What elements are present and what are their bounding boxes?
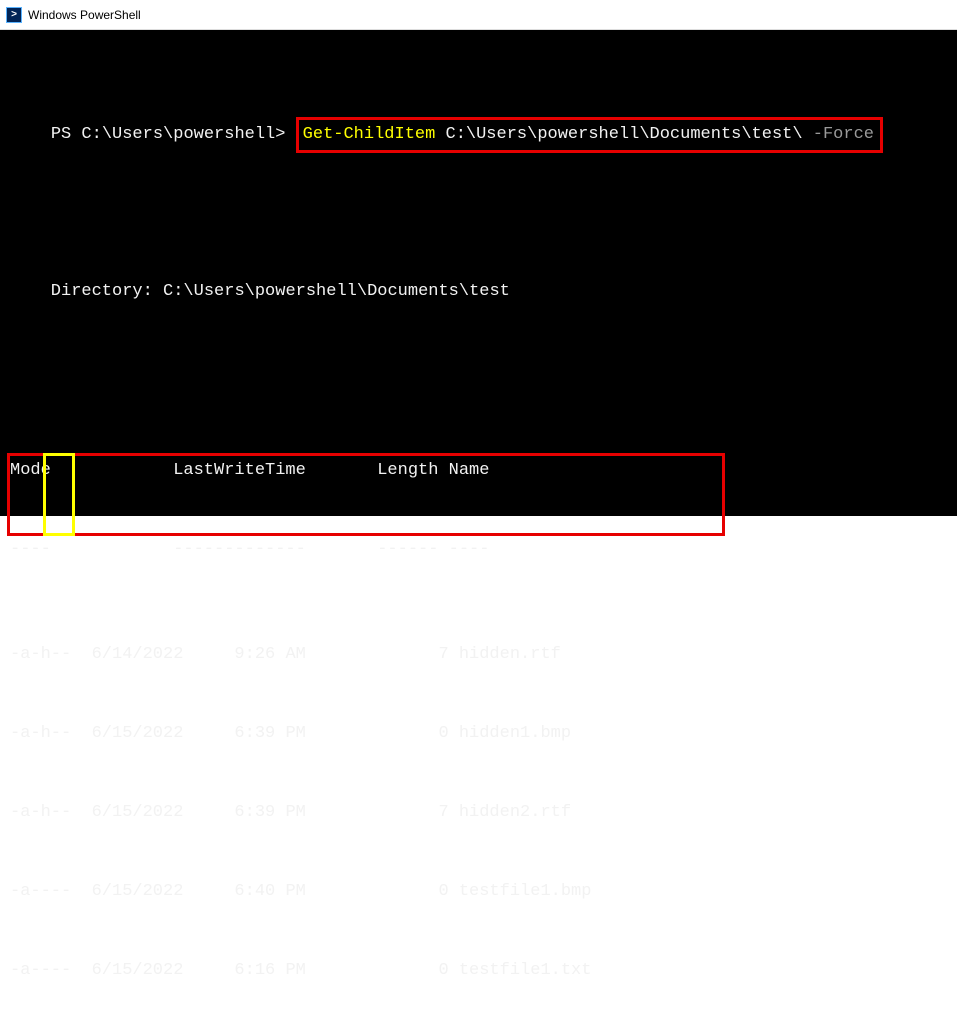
command-highlight-box: Get-ChildItem C:\Users\powershell\Docume… [296,117,883,153]
window-titlebar[interactable]: > Windows PowerShell [0,0,957,30]
directory-label: Directory: [51,282,153,301]
table-row: -a-h--6/14/20229:26 AM7hidden.rtf [10,642,947,668]
terminal-pane[interactable]: PS C:\Users\powershell> Get-ChildItem C:… [0,30,957,516]
header-lastwritetime: LastWriteTime [81,458,305,484]
cmdlet: Get-ChildItem [303,125,436,144]
file-listing: ModeLastWriteTimeLengthName ------------… [10,405,947,1032]
prompt-path: C:\Users\powershell [81,125,275,144]
table-row: -a----6/15/20226:40 PM0testfile1.bmp [10,879,947,905]
cmd-param: -Force [813,125,874,144]
window-title: Windows PowerShell [28,8,141,22]
header-row: ModeLastWriteTimeLengthName [10,458,947,484]
directory-path: C:\Users\powershell\Documents\test [163,282,510,301]
command-line: PS C:\Users\powershell> Get-ChildItem C:… [10,91,947,180]
cmd-arg: C:\Users\powershell\Documents\test\ [446,125,803,144]
prompt-sep: > [275,125,285,144]
prompt-ps: PS [51,125,71,144]
table-row: -a----6/15/20226:16 PM0testfile1.txt [10,958,947,984]
directory-line: Directory: C:\Users\powershell\Documents… [10,279,947,305]
table-row: -a-h--6/15/20226:39 PM7hidden2.rtf [10,800,947,826]
header-name: Name [438,458,489,484]
header-underline: --------------------------- [10,537,947,563]
header-mode: Mode [10,458,81,484]
table-row: -a-h--6/15/20226:39 PM0hidden1.bmp [10,721,947,747]
powershell-icon: > [6,7,22,23]
header-length: Length [306,458,439,484]
